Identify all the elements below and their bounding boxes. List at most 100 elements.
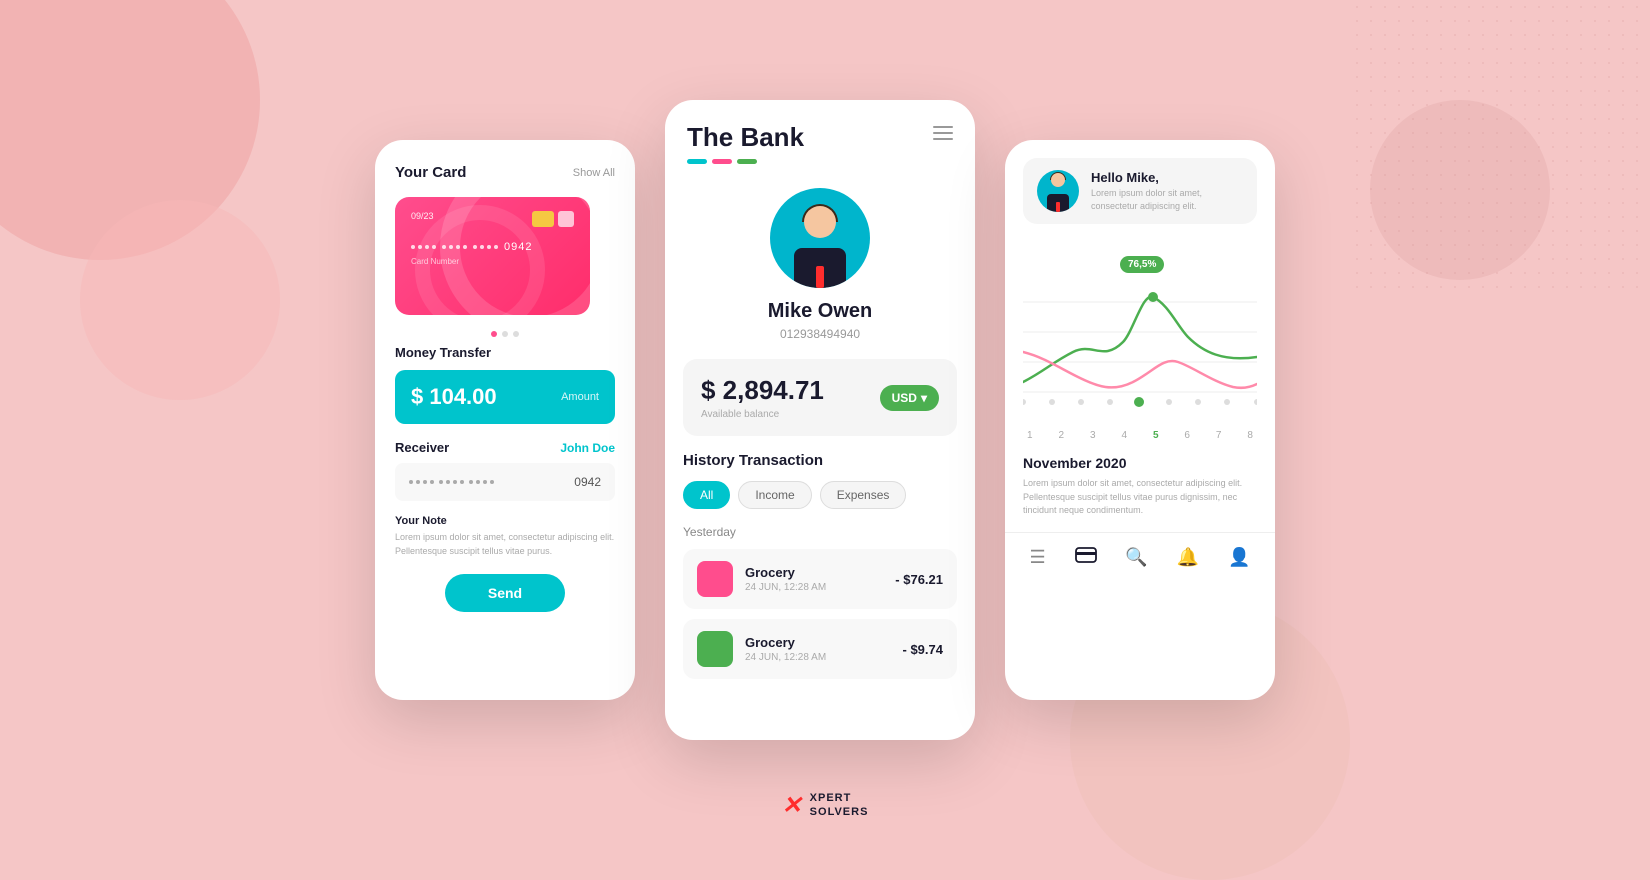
- x-label-2: 2: [1058, 430, 1064, 441]
- bg-blob-2: [80, 200, 280, 400]
- user-phone: 012938494940: [780, 327, 860, 341]
- note-text: Lorem ipsum dolor sit amet, consectetur …: [395, 531, 615, 558]
- tab-all[interactable]: All: [683, 481, 730, 509]
- chart-peak-dot: [1148, 292, 1158, 302]
- chart-month: November 2020: [1023, 455, 1257, 471]
- tx-amount-2: - $9.74: [903, 642, 943, 657]
- amount-label: Amount: [561, 391, 599, 403]
- avatar-person: [780, 200, 860, 288]
- chart-badge: 76,5%: [1120, 256, 1164, 273]
- card-number-label: Card Number: [411, 257, 459, 266]
- balance-label: Available balance: [701, 409, 824, 420]
- avatar-section: Mike Owen 012938494940: [665, 174, 975, 359]
- tab-income[interactable]: Income: [738, 481, 811, 509]
- x-label-5: 5: [1153, 430, 1159, 441]
- hamburger-menu-icon[interactable]: [933, 126, 953, 140]
- receiver-name: John Doe: [560, 441, 615, 455]
- color-dot-teal: [687, 159, 707, 164]
- tab-expenses[interactable]: Expenses: [820, 481, 907, 509]
- nav-user-icon[interactable]: 👤: [1228, 547, 1250, 568]
- usd-badge[interactable]: USD ▾: [880, 385, 939, 411]
- amount-value: $ 104.00: [411, 384, 497, 410]
- date-group-yesterday: Yesterday: [683, 525, 957, 539]
- tx-date-2: 24 JUN, 12:28 AM: [745, 652, 891, 663]
- screen2-the-bank: The Bank: [665, 100, 975, 740]
- receiver-dots: [409, 480, 494, 484]
- tx-name-2: Grocery: [745, 635, 891, 650]
- chip-white: [558, 211, 574, 227]
- nav-menu-icon[interactable]: ☰: [1029, 547, 1045, 568]
- card-label-row: Card Number: [411, 257, 574, 266]
- brand-name-line2: SOLVERS: [810, 806, 869, 819]
- nav-bell-icon[interactable]: 🔔: [1177, 547, 1199, 568]
- usd-label: USD: [892, 391, 917, 405]
- bank-color-dots: [687, 159, 804, 164]
- screen3-chart: Hello Mike, Lorem ipsum dolor sit amet, …: [1005, 140, 1275, 700]
- bank-header: The Bank: [665, 100, 975, 174]
- tx-icon-green: [697, 631, 733, 667]
- tx-icon-red: [697, 561, 733, 597]
- tab-row: All Income Expenses: [683, 481, 957, 509]
- x-label-7: 7: [1216, 430, 1222, 441]
- card-chips: [532, 211, 574, 227]
- hello-avatar: [1037, 170, 1079, 212]
- usd-chevron: ▾: [921, 391, 927, 405]
- footer-brand: ✕ XPERT SOLVERS: [782, 791, 869, 820]
- brand-x-icon: ✕: [782, 791, 802, 820]
- receiver-last4: 0942: [574, 475, 601, 489]
- note-section: Your Note Lorem ipsum dolor sit amet, co…: [395, 515, 615, 558]
- history-section: History Transaction All Income Expenses …: [665, 452, 975, 679]
- x-label-8: 8: [1247, 430, 1253, 441]
- chart-description: Lorem ipsum dolor sit amet, consectetur …: [1023, 477, 1257, 518]
- brand-name: XPERT SOLVERS: [810, 792, 869, 818]
- send-button[interactable]: Send: [445, 574, 565, 612]
- balance-info: $ 2,894.71 Available balance: [701, 375, 824, 420]
- tx-date-1: 24 JUN, 12:28 AM: [745, 582, 883, 593]
- chart-area: 76,5%: [1023, 242, 1257, 422]
- chart-x-axis: 1 2 3 4 5 6 7 8: [1023, 430, 1257, 441]
- history-title: History Transaction: [683, 452, 957, 469]
- dot-ind-2: [502, 331, 508, 337]
- user-avatar: [770, 188, 870, 288]
- dot-ind-3: [513, 331, 519, 337]
- x-label-6: 6: [1184, 430, 1190, 441]
- balance-amount: $ 2,894.71: [701, 375, 824, 406]
- small-avatar-inner: [1037, 170, 1079, 212]
- color-dot-pink: [712, 159, 732, 164]
- nav-card-icon[interactable]: [1075, 547, 1097, 568]
- chip-gold: [532, 211, 554, 227]
- balance-card: $ 2,894.71 Available balance USD ▾: [683, 359, 957, 436]
- card-dots: 0942: [411, 241, 574, 253]
- bank-title: The Bank: [687, 122, 804, 153]
- chart-svg: [1023, 262, 1257, 422]
- x-label-1: 1: [1027, 430, 1033, 441]
- screen1-money-transfer: Your Card Show All 09/23 0942 Card Numbe…: [375, 140, 635, 700]
- bank-title-block: The Bank: [687, 122, 804, 164]
- your-card-title: Your Card: [395, 164, 466, 181]
- user-name: Mike Owen: [768, 300, 872, 323]
- nav-search-icon[interactable]: 🔍: [1125, 547, 1147, 568]
- tx-info-1: Grocery 24 JUN, 12:28 AM: [745, 565, 883, 593]
- card-last4: 0942: [504, 241, 532, 253]
- card-carousel: 09/23 0942 Card Number: [395, 197, 615, 315]
- tx-name-1: Grocery: [745, 565, 883, 580]
- tx-amount-1: - $76.21: [895, 572, 943, 587]
- hello-subtitle: Lorem ipsum dolor sit amet, consectetur …: [1091, 187, 1243, 212]
- receiver-input[interactable]: 0942: [395, 463, 615, 501]
- chart-info: November 2020 Lorem ipsum dolor sit amet…: [1023, 455, 1257, 532]
- brand-name-line1: XPERT: [810, 792, 869, 805]
- receiver-label: Receiver: [395, 440, 449, 455]
- hello-text: Hello Mike, Lorem ipsum dolor sit amet, …: [1091, 170, 1243, 212]
- person-head: [804, 206, 836, 238]
- dotted-pattern: [1350, 0, 1650, 300]
- person-tie: [816, 266, 824, 288]
- money-transfer-label: Money Transfer: [395, 345, 615, 360]
- x-label-3: 3: [1090, 430, 1096, 441]
- note-title: Your Note: [395, 515, 615, 527]
- tx-info-2: Grocery 24 JUN, 12:28 AM: [745, 635, 891, 663]
- dots-indicator: [395, 331, 615, 337]
- amount-input-box[interactable]: $ 104.00 Amount: [395, 370, 615, 424]
- credit-card: 09/23 0942 Card Number: [395, 197, 590, 315]
- person-body: [794, 248, 846, 288]
- show-all-link[interactable]: Show All: [573, 167, 615, 179]
